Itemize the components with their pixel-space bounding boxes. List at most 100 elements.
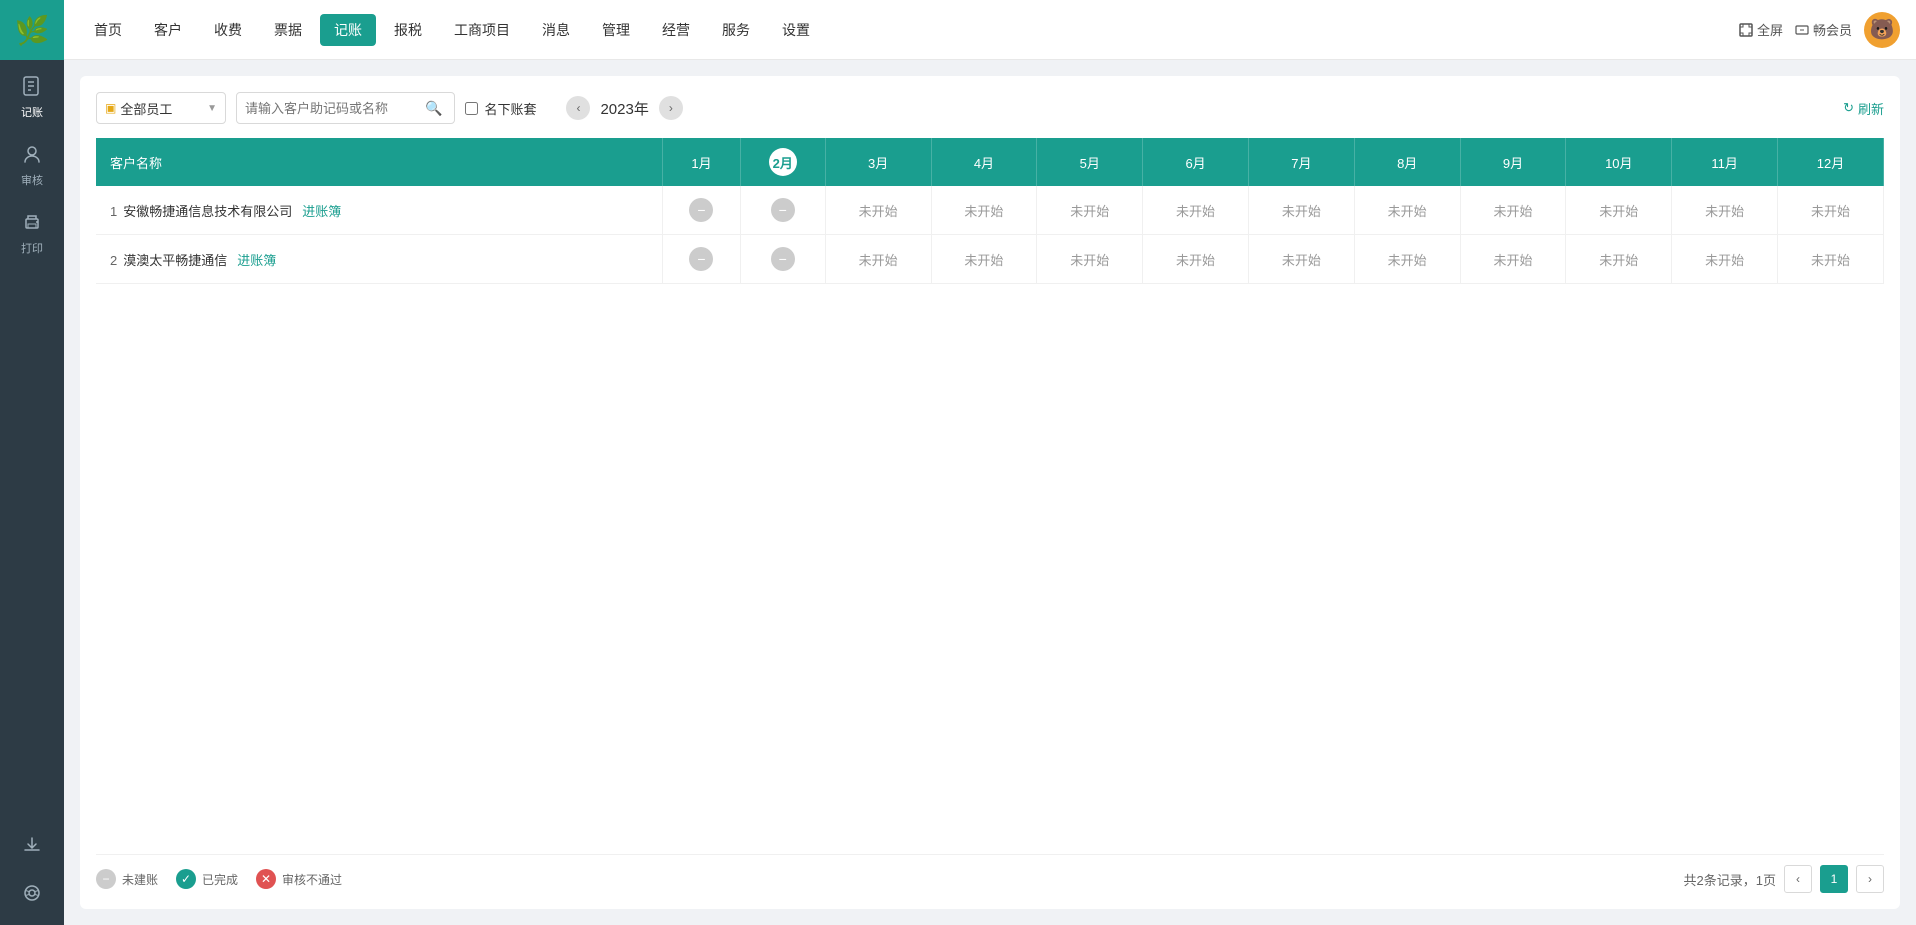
month-cell-10: 未开始 <box>1566 186 1672 235</box>
table-wrapper: 客户名称 1月 2月 3月 4月 5月 6月 7月 8月 9月 10月 11月 <box>96 138 1884 846</box>
col-oct: 10月 <box>1566 138 1672 186</box>
col-mar: 3月 <box>825 138 931 186</box>
nav-customer[interactable]: 客户 <box>140 14 196 46</box>
sidebar-item-support[interactable] <box>0 867 64 915</box>
my-accounts-checkbox[interactable] <box>465 102 478 115</box>
month-cell-2[interactable]: − <box>740 235 825 284</box>
enter-account-link[interactable]: 进账簿 <box>237 253 276 268</box>
bookkeeping-table: 客户名称 1月 2月 3月 4月 5月 6月 7月 8月 9月 10月 11月 <box>96 138 1884 284</box>
checkbox-text: 名下账套 <box>484 99 536 118</box>
nav-message[interactable]: 消息 <box>528 14 584 46</box>
nav-home[interactable]: 首页 <box>80 14 136 46</box>
col-may: 5月 <box>1037 138 1143 186</box>
nav-settings[interactable]: 设置 <box>768 14 824 46</box>
topnav-right: 全屏 畅会员 🐻 <box>1739 12 1900 48</box>
toolbar: ▣ 全部员工 ▼ 🔍 名下账套 ‹ 2023年 › <box>96 92 1884 124</box>
not-built-status: − <box>689 247 713 271</box>
not-built-icon: − <box>96 869 116 889</box>
legend-completed: ✓ 已完成 <box>176 869 238 889</box>
month-cell-12: 未开始 <box>1778 235 1884 284</box>
table-row: 2漠澳太平畅捷通信进账簿−−未开始未开始未开始未开始未开始未开始未开始未开始未开… <box>96 235 1884 284</box>
legend-rejected: ✕ 审核不通过 <box>256 869 342 889</box>
nav-tax[interactable]: 报税 <box>380 14 436 46</box>
next-year-button[interactable]: › <box>659 96 683 120</box>
bookkeeping-icon <box>18 72 46 100</box>
month-cell-6: 未开始 <box>1143 186 1249 235</box>
nav-operation[interactable]: 经营 <box>648 14 704 46</box>
sidebar-logo: 🌿 <box>0 0 64 60</box>
col-aug: 8月 <box>1354 138 1460 186</box>
month-cell-8: 未开始 <box>1354 235 1460 284</box>
nav-service[interactable]: 服务 <box>708 14 764 46</box>
sidebar-item-label: 审核 <box>21 172 43 188</box>
month-cell-10: 未开始 <box>1566 235 1672 284</box>
col-customer-name: 客户名称 <box>96 138 663 186</box>
content-area: ▣ 全部员工 ▼ 🔍 名下账套 ‹ 2023年 › <box>64 60 1916 925</box>
user-avatar[interactable]: 🐻 <box>1864 12 1900 48</box>
nav-business[interactable]: 工商项目 <box>440 14 524 46</box>
main-card: ▣ 全部员工 ▼ 🔍 名下账套 ‹ 2023年 › <box>80 76 1900 909</box>
month-cell-7: 未开始 <box>1248 186 1354 235</box>
fullscreen-button[interactable]: 全屏 <box>1739 20 1783 39</box>
sidebar-bottom <box>0 819 64 925</box>
sidebar-item-print[interactable]: 打印 <box>0 196 64 264</box>
enter-account-link[interactable]: 进账簿 <box>302 204 341 219</box>
year-nav: ‹ 2023年 › <box>566 96 682 120</box>
support-icon <box>18 879 46 907</box>
nav-invoices[interactable]: 票据 <box>260 14 316 46</box>
print-icon <box>18 208 46 236</box>
prev-year-button[interactable]: ‹ <box>566 96 590 120</box>
month-cell-4: 未开始 <box>931 235 1037 284</box>
table-header-row: 客户名称 1月 2月 3月 4月 5月 6月 7月 8月 9月 10月 11月 <box>96 138 1884 186</box>
col-feb: 2月 <box>740 138 825 186</box>
month-cell-1[interactable]: − <box>663 186 740 235</box>
audit-icon <box>18 140 46 168</box>
month-cell-1[interactable]: − <box>663 235 740 284</box>
col-nov: 11月 <box>1672 138 1778 186</box>
month-cell-3: 未开始 <box>825 235 931 284</box>
search-input[interactable] <box>245 101 421 116</box>
checkbox-label[interactable]: 名下账套 <box>465 99 536 118</box>
employee-select-prefix: ▣ <box>105 101 116 115</box>
month-cell-9: 未开始 <box>1460 186 1566 235</box>
legend-not-built: − 未建账 <box>96 869 158 889</box>
month-cell-5: 未开始 <box>1037 186 1143 235</box>
member-label: 畅会员 <box>1813 20 1852 39</box>
not-built-status: − <box>771 198 795 222</box>
employee-select-label: 全部员工 <box>120 99 203 118</box>
sidebar-item-download[interactable] <box>0 819 64 867</box>
month-cell-11: 未开始 <box>1672 186 1778 235</box>
rejected-label: 审核不通过 <box>282 871 342 888</box>
month-cell-3: 未开始 <box>825 186 931 235</box>
completed-label: 已完成 <box>202 871 238 888</box>
search-icon[interactable]: 🔍 <box>421 100 446 117</box>
not-built-status: − <box>689 198 713 222</box>
table-row: 1安徽畅捷通信息技术有限公司进账簿−−未开始未开始未开始未开始未开始未开始未开始… <box>96 186 1884 235</box>
sidebar-item-bookkeeping[interactable]: 记账 <box>0 60 64 128</box>
sidebar-item-label: 打印 <box>21 240 43 256</box>
footer: − 未建账 ✓ 已完成 ✕ 审核不通过 共2条记录，1页 ‹ 1 › <box>96 854 1884 893</box>
not-built-status: − <box>771 247 795 271</box>
page-1-button[interactable]: 1 <box>1820 865 1848 893</box>
prev-page-button[interactable]: ‹ <box>1784 865 1812 893</box>
nav-billing[interactable]: 收费 <box>200 14 256 46</box>
year-display: 2023年 <box>600 98 648 119</box>
col-jul: 7月 <box>1248 138 1354 186</box>
sidebar-item-audit[interactable]: 审核 <box>0 128 64 196</box>
month-cell-5: 未开始 <box>1037 235 1143 284</box>
nav-manage[interactable]: 管理 <box>588 14 644 46</box>
fullscreen-label: 全屏 <box>1757 20 1783 39</box>
customer-name: 安徽畅捷通信息技术有限公司 <box>123 204 292 219</box>
employee-select[interactable]: ▣ 全部员工 ▼ <box>96 92 226 124</box>
sidebar-item-label: 记账 <box>21 104 43 120</box>
topnav: 首页 客户 收费 票据 记账 报税 工商项目 消息 管理 经营 服务 设置 全屏 <box>64 0 1916 60</box>
refresh-button[interactable]: ↻ 刷新 <box>1843 99 1884 118</box>
month-cell-2[interactable]: − <box>740 186 825 235</box>
member-button[interactable]: 畅会员 <box>1795 20 1852 39</box>
download-icon <box>18 831 46 859</box>
nav-bookkeeping[interactable]: 记账 <box>320 14 376 46</box>
sidebar: 🌿 记账 审核 <box>0 0 64 925</box>
search-wrapper: 🔍 <box>236 92 455 124</box>
total-text: 共2条记录，1页 <box>1684 870 1776 889</box>
next-page-button[interactable]: › <box>1856 865 1884 893</box>
